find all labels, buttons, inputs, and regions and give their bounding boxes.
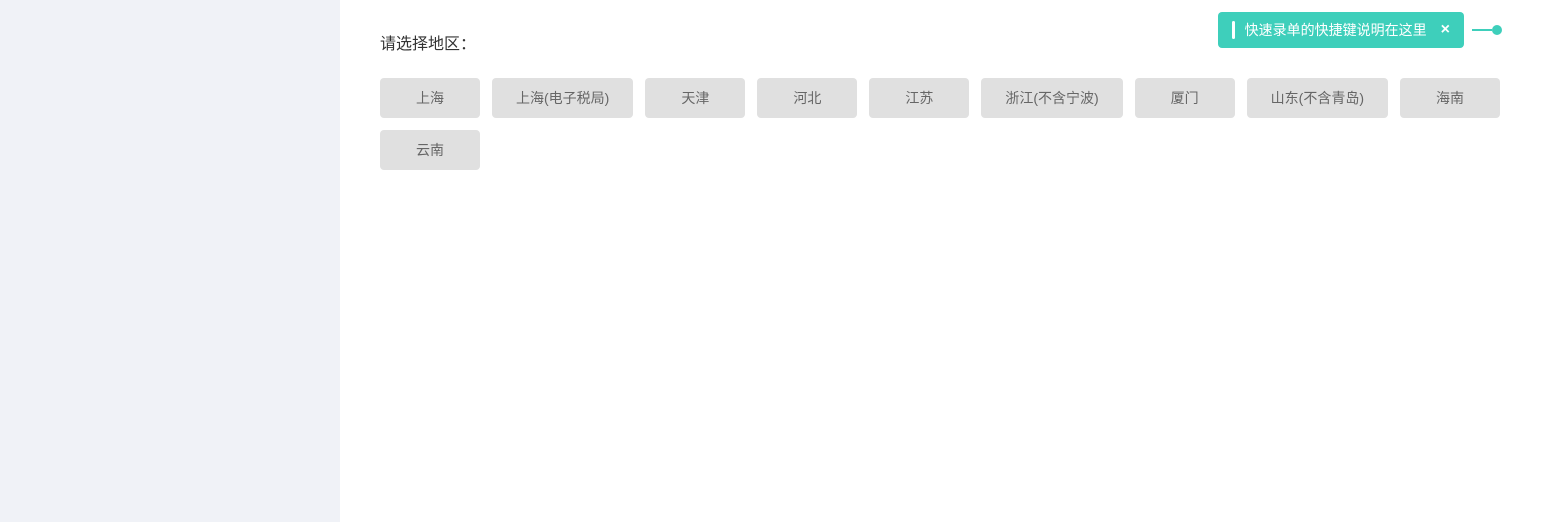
tooltip-box: 快速录单的快捷键说明在这里 × xyxy=(1218,12,1464,48)
tooltip-container: 快速录单的快捷键说明在这里 × xyxy=(1218,12,1502,48)
region-grid: 上海上海(电子税局) 天津河北江苏浙江(不含宁波) 厦门山东(不含青岛) 海南云南 xyxy=(380,78,1522,170)
region-btn-tianjin[interactable]: 天津 xyxy=(645,78,745,118)
tooltip-connector-dot xyxy=(1492,25,1502,35)
region-btn-zhejiang[interactable]: 浙江(不含宁波) xyxy=(981,78,1122,118)
region-btn-shanghai[interactable]: 上海 xyxy=(380,78,480,118)
tooltip-bar-icon xyxy=(1232,21,1235,39)
region-btn-yunnan[interactable]: 云南 xyxy=(380,130,480,170)
region-btn-shandong[interactable]: 山东(不含青岛) xyxy=(1247,78,1388,118)
region-btn-shanghai-etax[interactable]: 上海(电子税局) xyxy=(492,78,633,118)
tooltip-text: 快速录单的快捷键说明在这里 xyxy=(1245,20,1427,40)
sidebar xyxy=(0,0,340,522)
region-btn-xiamen[interactable]: 厦门 xyxy=(1135,78,1235,118)
region-btn-hebei[interactable]: 河北 xyxy=(757,78,857,118)
tooltip-connector-line xyxy=(1472,29,1492,31)
main-content: 请选择地区： 上海上海(电子税局)天津河北江苏浙江(不含宁波)厦门山东(不含青岛… xyxy=(340,0,1562,522)
tooltip-close-button[interactable]: × xyxy=(1441,21,1450,39)
region-btn-hainan[interactable]: 海南 xyxy=(1400,78,1500,118)
region-btn-jiangsu[interactable]: 江苏 xyxy=(869,78,969,118)
